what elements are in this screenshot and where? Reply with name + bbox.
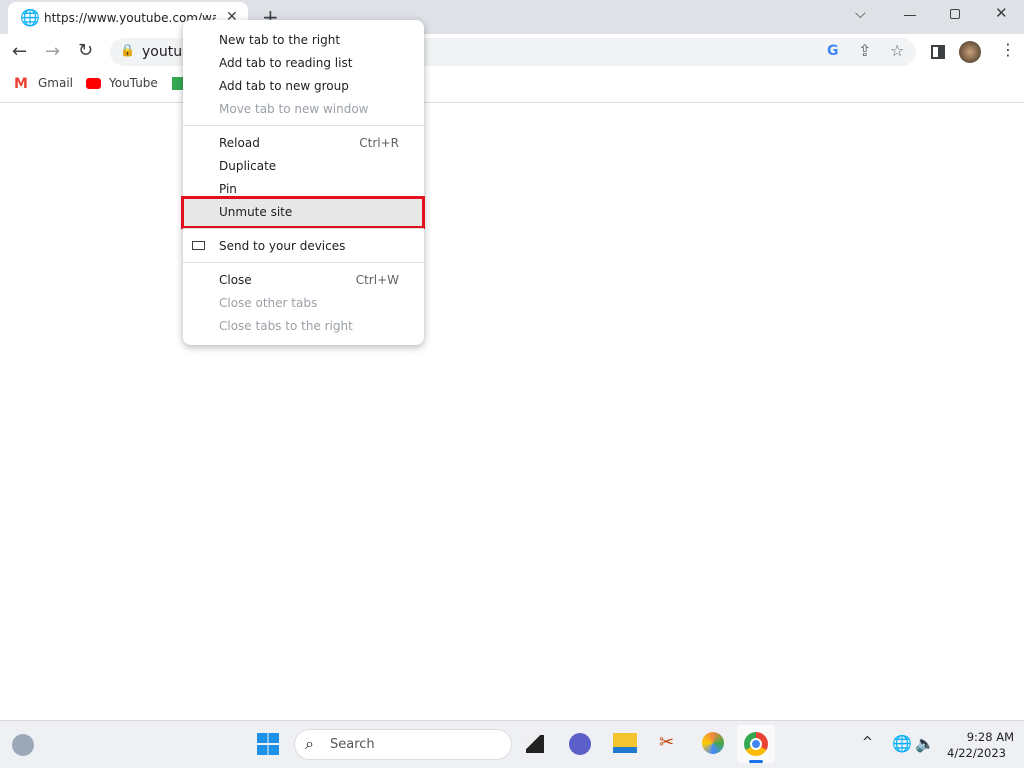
menu-item-reading-list[interactable]: Add tab to reading list	[183, 52, 424, 75]
search-placeholder: Search	[330, 737, 375, 752]
menu-item-send-devices[interactable]: Send to your devices	[183, 235, 424, 258]
network-icon[interactable]: 🌐	[892, 736, 912, 752]
devices-icon	[192, 241, 205, 250]
paint-icon[interactable]	[702, 732, 724, 754]
menu-item-new-tab-right[interactable]: New tab to the right	[183, 29, 424, 52]
volume-icon[interactable]: 🔈	[915, 736, 935, 752]
forward-button[interactable]: →	[45, 43, 60, 61]
menu-item-unmute-site[interactable]: Unmute site	[183, 201, 424, 224]
menu-item-reload[interactable]: Reload Ctrl+R	[183, 132, 424, 155]
lock-icon: 🔒	[120, 43, 135, 57]
minimize-button[interactable]	[904, 15, 916, 16]
menu-item-pin[interactable]: Pin	[183, 178, 424, 201]
menu-separator	[183, 125, 424, 126]
youtube-icon	[86, 78, 101, 89]
divider	[0, 102, 1024, 103]
menu-item-close-other: Close other tabs	[219, 296, 318, 310]
taskbar-search[interactable]: ⌕ Search	[294, 729, 512, 760]
search-icon: ⌕	[305, 734, 314, 753]
bookmark-youtube[interactable]: YouTube	[109, 76, 158, 90]
task-view-icon[interactable]	[526, 735, 544, 753]
menu-item-new-group[interactable]: Add tab to new group	[183, 75, 424, 98]
share-icon[interactable]: ⇪	[858, 43, 871, 59]
restore-button[interactable]	[950, 9, 960, 19]
teams-chat-icon[interactable]	[569, 733, 591, 755]
menu-item-duplicate[interactable]: Duplicate	[183, 155, 424, 178]
menu-item-move-window: Move tab to new window	[219, 102, 369, 116]
tab-context-menu: New tab to the right Add tab to reading …	[181, 20, 425, 345]
chrome-icon	[744, 732, 768, 756]
avatar[interactable]	[959, 41, 981, 63]
start-button[interactable]	[257, 733, 279, 755]
file-explorer-icon[interactable]	[613, 733, 637, 753]
google-lens-icon[interactable]: G	[827, 43, 839, 59]
menu-item-close-right: Close tabs to the right	[219, 319, 353, 333]
snipping-tool-icon[interactable]: ✂	[659, 734, 674, 752]
chrome-taskbar-button[interactable]	[737, 725, 775, 763]
reload-button[interactable]: ↻	[78, 42, 93, 60]
back-button[interactable]: ←	[12, 43, 27, 61]
active-indicator	[749, 760, 763, 763]
side-panel-button[interactable]	[931, 45, 945, 59]
bookmark-star-icon[interactable]: ☆	[890, 43, 904, 59]
menu-separator	[183, 262, 424, 263]
bookmark-gmail[interactable]: Gmail	[38, 76, 73, 90]
weather-widget-icon[interactable]	[12, 734, 34, 756]
clock-time[interactable]: 9:28 AM	[948, 730, 1014, 744]
close-window-button[interactable]: ✕	[995, 6, 1008, 21]
menu-kebab-icon[interactable]: ⋮	[1000, 42, 1016, 58]
menu-item-close[interactable]: Close Ctrl+W	[183, 269, 424, 292]
gmail-icon: M	[14, 76, 28, 92]
tab-search-button[interactable]: ⌵	[855, 7, 866, 21]
clock-date[interactable]: 4/22/2023	[940, 746, 1006, 760]
globe-icon: 🌐	[20, 8, 40, 27]
chevron-up-icon[interactable]: ^	[862, 736, 873, 749]
menu-separator	[183, 228, 424, 229]
